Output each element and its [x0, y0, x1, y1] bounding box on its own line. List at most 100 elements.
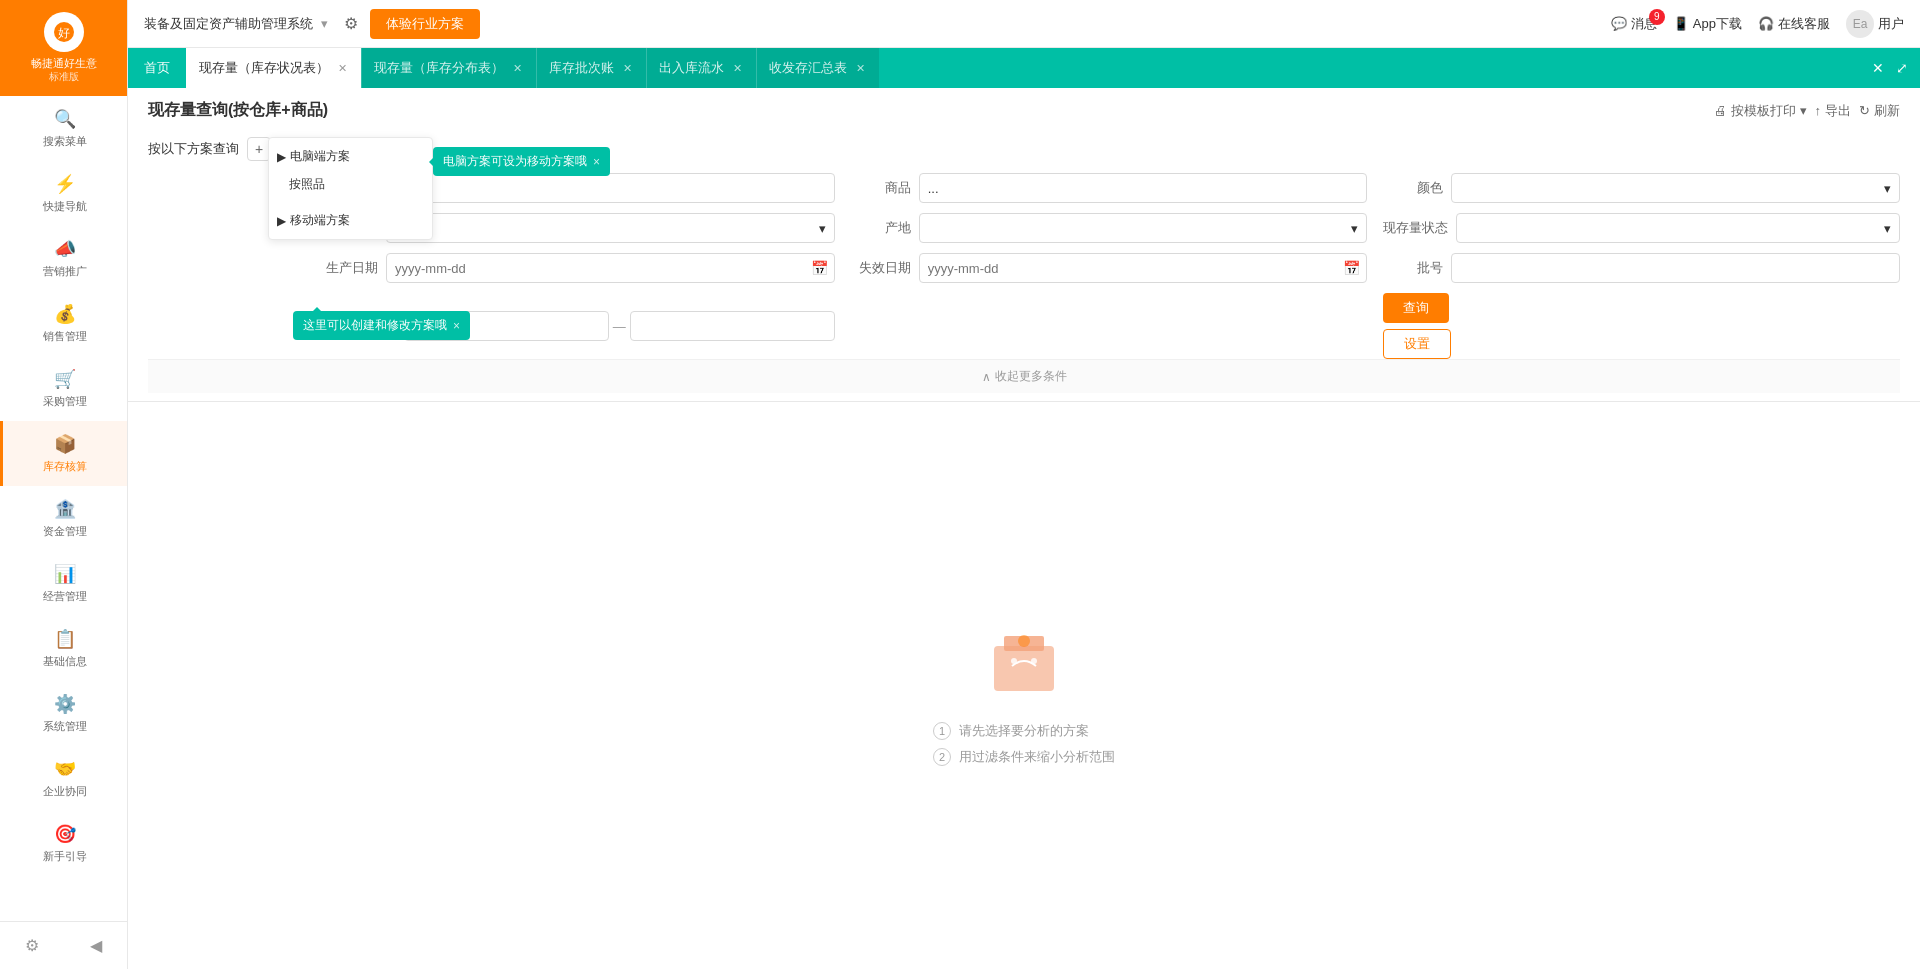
online-support-btn[interactable]: 🎧 在线客服	[1758, 15, 1830, 33]
message-badge: 9	[1649, 9, 1665, 25]
sidebar-item-label: 系统管理	[43, 719, 87, 734]
sidebar-item-quick-nav[interactable]: ⚡ 快捷导航	[0, 161, 127, 226]
tab-home[interactable]: 首页	[128, 48, 186, 88]
sidebar-item-label: 营销推广	[43, 264, 87, 279]
scheme-group-desktop: ▶ 电脑端方案 按照品	[269, 138, 432, 202]
sidebar-item-search-menu[interactable]: 🔍 搜索菜单	[0, 96, 127, 161]
app-download-btn[interactable]: 📱 App下载	[1673, 15, 1742, 33]
scheme-group-header-desktop[interactable]: ▶ 电脑端方案	[269, 142, 432, 171]
tab-close-btn[interactable]: ✕	[730, 61, 744, 75]
sidebar-item-marketing[interactable]: 📣 营销推广	[0, 226, 127, 291]
filter-row-production-date: 生产日期 📅	[318, 253, 835, 283]
user-btn[interactable]: Ea 用户	[1846, 10, 1904, 38]
origin-select[interactable]: ▾	[919, 213, 1368, 243]
sidebar-item-operation[interactable]: 📊 经营管理	[0, 551, 127, 616]
phone-icon: 📱	[1673, 16, 1689, 31]
sidebar-item-system[interactable]: ⚙️ 系统管理	[0, 681, 127, 746]
tooltip-create-text: 这里可以创建和修改方案哦	[303, 317, 447, 334]
page-header: 现存量查询(按仓库+商品) 🖨 按模板打印 ▾ ↑ 导出 ↻ 刷新	[128, 88, 1920, 129]
search-reset-col: 查询 设置	[1383, 293, 1900, 359]
sidebar-item-sales[interactable]: 💰 销售管理	[0, 291, 127, 356]
chevron-up-icon: ∧	[982, 370, 991, 384]
tab-inventory-status[interactable]: 现存量（库存状况表） ✕	[186, 48, 361, 88]
tab-batch-account[interactable]: 库存批次账 ✕	[536, 48, 646, 88]
batch-no-input[interactable]	[1451, 253, 1900, 283]
collapse-label: 收起更多条件	[995, 368, 1067, 385]
message-btn[interactable]: 💬 消息 9	[1611, 15, 1657, 33]
sidebar-item-basic-info[interactable]: 📋 基础信息	[0, 616, 127, 681]
sidebar-item-label: 企业协同	[43, 784, 87, 799]
tab-close-btn[interactable]: ✕	[335, 61, 349, 75]
stock-status-select[interactable]: ▾	[1456, 213, 1900, 243]
tooltip-create: 这里可以创建和修改方案哦 ×	[293, 311, 470, 340]
tab-label: 现存量（库存分布表）	[374, 59, 504, 77]
sidebar-nav: 🔍 搜索菜单 ⚡ 快捷导航 📣 营销推广 💰 销售管理 🛒 采购管理 📦 库存核…	[0, 96, 127, 921]
tooltip-scheme-close[interactable]: ×	[593, 155, 600, 169]
app-download-label: App下载	[1693, 15, 1742, 33]
sidebar-item-finance[interactable]: 🏦 资金管理	[0, 486, 127, 551]
sidebar-item-inventory[interactable]: 📦 库存核算	[0, 421, 127, 486]
expiry-date-input[interactable]: 📅	[919, 253, 1368, 283]
filter-title: 按以下方案查询	[148, 140, 239, 158]
sidebar-item-label: 经营管理	[43, 589, 87, 604]
tab-inventory-dist[interactable]: 现存量（库存分布表） ✕	[361, 48, 536, 88]
refresh-icon: ↻	[1859, 103, 1870, 118]
tab-in-out-flow[interactable]: 出入库流水 ✕	[646, 48, 756, 88]
scheme-group-header-mobile[interactable]: ▶ 移动端方案	[269, 206, 432, 235]
tab-close-btn[interactable]: ✕	[510, 61, 524, 75]
calendar-icon[interactable]: 📅	[805, 260, 834, 276]
sidebar-collapse-btn[interactable]: ◀	[86, 932, 106, 959]
scheme-group-label: 电脑端方案	[290, 148, 350, 165]
sidebar: 好 畅捷通好生意 标准版 🔍 搜索菜单 ⚡ 快捷导航 📣 营销推广 💰 销售管理…	[0, 0, 128, 969]
export-btn[interactable]: ↑ 导出	[1815, 102, 1852, 120]
stock-qty-max[interactable]	[630, 311, 835, 341]
collapse-bar[interactable]: ∧ 收起更多条件	[148, 359, 1900, 393]
system-dropdown-btn[interactable]: ▾	[321, 16, 328, 31]
print-label: 按模板打印	[1731, 102, 1796, 120]
inventory-icon: 📦	[54, 433, 76, 455]
scheme-panel: ▶ 电脑端方案 按照品 ▶ 移动端方案	[268, 137, 433, 240]
search-btn[interactable]: 查询	[1383, 293, 1449, 323]
reset-btn[interactable]: 设置	[1383, 329, 1451, 359]
scheme-item-product[interactable]: 按照品	[269, 171, 432, 198]
sidebar-item-label: 库存核算	[43, 459, 87, 474]
sidebar-item-cooperation[interactable]: 🤝 企业协同	[0, 746, 127, 811]
tab-close-all-btn[interactable]: ✕	[1868, 56, 1888, 80]
warehouse-select[interactable]: ...	[386, 173, 835, 203]
svg-text:好: 好	[58, 26, 70, 40]
sidebar-item-guide[interactable]: 🎯 新手引导	[0, 811, 127, 876]
empty-tip-2: 2 用过滤条件来缩小分析范围	[933, 748, 1115, 766]
page-content: 现存量查询(按仓库+商品) 🖨 按模板打印 ▾ ↑ 导出 ↻ 刷新	[128, 88, 1920, 969]
settings-icon[interactable]: ⚙	[344, 14, 358, 33]
industry-btn[interactable]: 体验行业方案	[370, 9, 480, 39]
tab-recv-send-summary[interactable]: 收发存汇总表 ✕	[756, 48, 879, 88]
logo-text: 畅捷通好生意	[31, 56, 97, 70]
color-select[interactable]: ▾	[1451, 173, 1900, 203]
sidebar-item-label: 采购管理	[43, 394, 87, 409]
refresh-btn[interactable]: ↻ 刷新	[1859, 102, 1900, 120]
page-actions: 🖨 按模板打印 ▾ ↑ 导出 ↻ 刷新	[1714, 102, 1901, 120]
size-select[interactable]: ▾	[386, 213, 835, 243]
empty-illustration	[974, 606, 1074, 706]
tooltip-scheme: 电脑方案可设为移动方案哦 ×	[433, 147, 610, 176]
filter-row-stock-status: 现存量状态 ▾	[1383, 213, 1900, 243]
production-date-input[interactable]: 📅	[386, 253, 835, 283]
expiry-date-field[interactable]	[920, 261, 1338, 276]
print-btn[interactable]: 🖨 按模板打印 ▾	[1714, 102, 1807, 120]
calendar-icon[interactable]: 📅	[1337, 260, 1366, 276]
sidebar-item-purchase[interactable]: 🛒 采购管理	[0, 356, 127, 421]
tab-close-btn[interactable]: ✕	[853, 61, 867, 75]
production-date-field[interactable]	[387, 261, 805, 276]
tab-close-btn[interactable]: ✕	[620, 61, 634, 75]
tab-expand-btn[interactable]: ⤢	[1892, 56, 1912, 80]
sidebar-settings-btn[interactable]: ⚙	[21, 932, 43, 959]
svg-point-4	[1018, 635, 1030, 647]
header-right: 💬 消息 9 📱 App下载 🎧 在线客服 Ea 用户	[1611, 10, 1904, 38]
chevron-right-icon: ▶	[277, 214, 286, 228]
product-select[interactable]: ...	[919, 173, 1368, 203]
filter-row-batch-no: 批号	[1383, 253, 1900, 283]
tip-text-2: 用过滤条件来缩小分析范围	[959, 748, 1115, 766]
avatar: Ea	[1846, 10, 1874, 38]
tooltip-create-close[interactable]: ×	[453, 319, 460, 333]
color-label: 颜色	[1383, 179, 1443, 197]
